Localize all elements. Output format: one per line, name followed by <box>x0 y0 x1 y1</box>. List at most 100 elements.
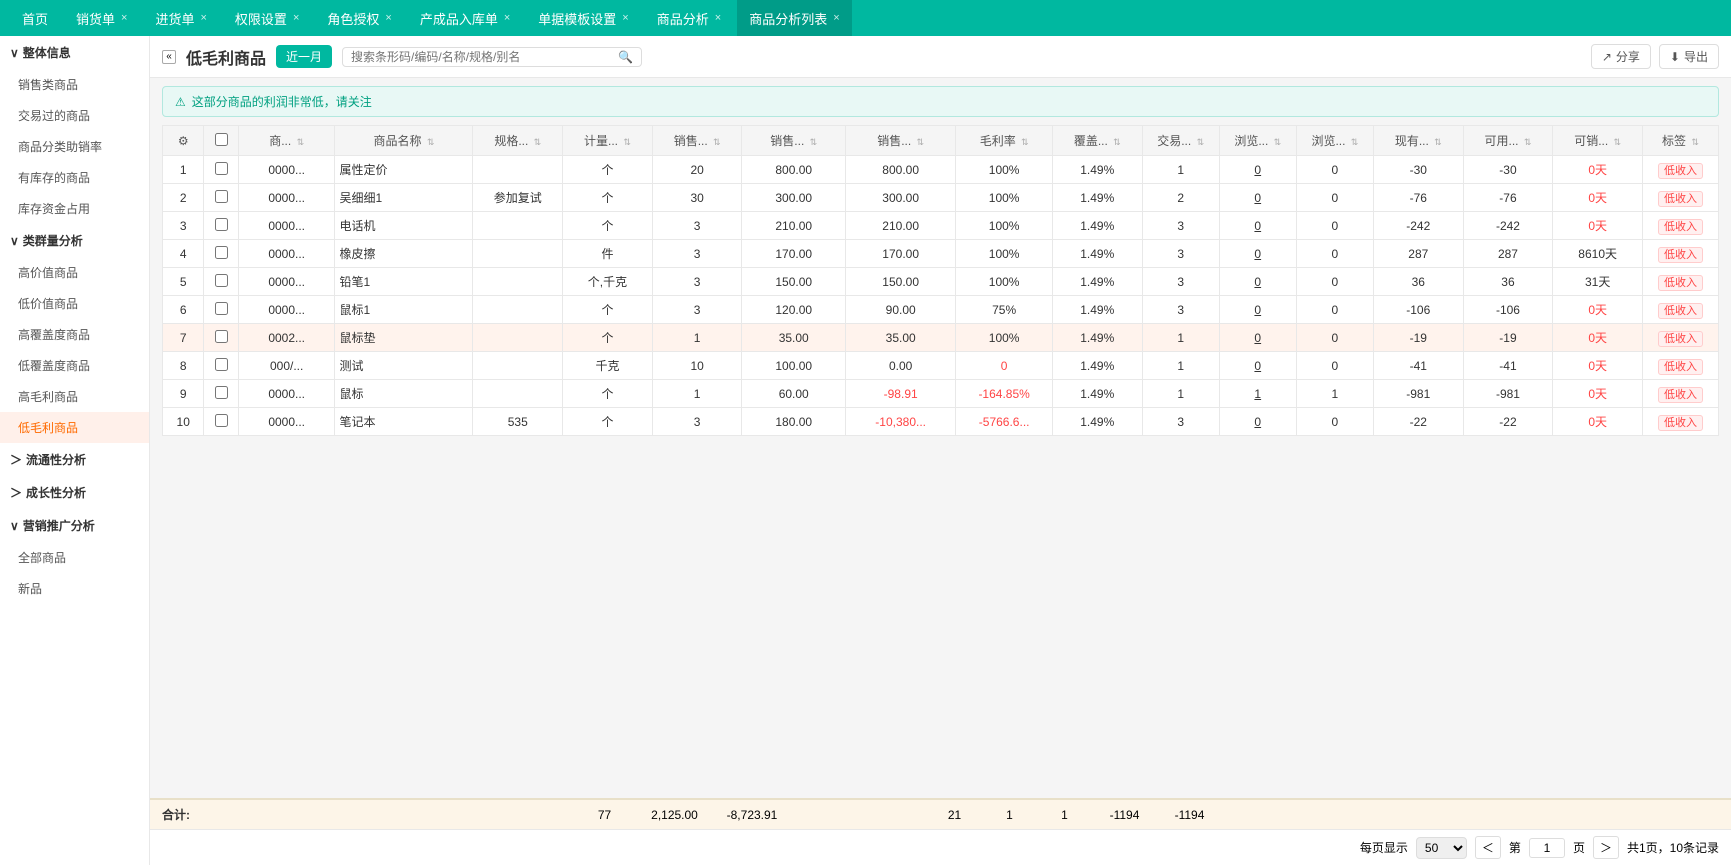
sidebar-section-liquidity[interactable]: ＞ 流通性分析 <box>0 443 149 476</box>
sidebar-item-all-goods[interactable]: 全部商品 <box>0 542 149 573</box>
row-browse1[interactable]: 1 <box>1219 380 1296 408</box>
col-settings[interactable]: ⚙ <box>163 126 204 156</box>
select-all-checkbox[interactable] <box>215 133 228 146</box>
row-select-checkbox[interactable] <box>215 274 228 287</box>
close-tab-icon[interactable]: × <box>200 12 206 24</box>
sidebar-item-traded-goods[interactable]: 交易过的商品 <box>0 100 149 131</box>
sidebar-item-low-value[interactable]: 低价值商品 <box>0 288 149 319</box>
sidebar-item-stock-capital[interactable]: 库存资金占用 <box>0 193 149 224</box>
nav-item-template[interactable]: 单据模板设置× <box>526 0 640 36</box>
row-browse1[interactable]: 0 <box>1219 212 1296 240</box>
col-sales2[interactable]: 销售... ⇅ <box>742 126 845 156</box>
close-tab-icon[interactable]: × <box>833 12 839 24</box>
export-button[interactable]: ⬇ 导出 <box>1659 44 1719 69</box>
nav-item-sales[interactable]: 销货单× <box>64 0 139 36</box>
row-select-checkbox[interactable] <box>215 246 228 259</box>
row-select-checkbox[interactable] <box>215 218 228 231</box>
per-page-select[interactable]: 50 100 200 <box>1416 837 1467 859</box>
row-browse1[interactable]: 0 <box>1219 296 1296 324</box>
col-sales3[interactable]: 销售... ⇅ <box>845 126 955 156</box>
row-checkbox[interactable] <box>204 352 238 380</box>
col-stock[interactable]: 现有... ⇅ <box>1373 126 1463 156</box>
sidebar-item-low-coverage[interactable]: 低覆盖度商品 <box>0 350 149 381</box>
row-browse1[interactable]: 0 <box>1219 352 1296 380</box>
col-spec[interactable]: 规格... ⇅ <box>473 126 563 156</box>
col-unit[interactable]: 计量... ⇅ <box>563 126 653 156</box>
nav-item-purchase[interactable]: 进货单× <box>143 0 218 36</box>
nav-item-analysis[interactable]: 商品分析× <box>645 0 733 36</box>
row-browse1[interactable]: 0 <box>1219 324 1296 352</box>
sidebar-item-category-rate[interactable]: 商品分类助销率 <box>0 131 149 162</box>
row-select-checkbox[interactable] <box>215 358 228 371</box>
sidebar-section-growth[interactable]: ＞ 成长性分析 <box>0 476 149 509</box>
page-number-input[interactable] <box>1529 838 1565 858</box>
row-checkbox[interactable] <box>204 212 238 240</box>
row-checkbox[interactable] <box>204 324 238 352</box>
share-button[interactable]: ↗ 分享 <box>1591 44 1651 69</box>
filter-button[interactable]: 近一月 <box>276 45 332 68</box>
search-input[interactable] <box>351 50 614 64</box>
nav-item-analysis-list[interactable]: 商品分析列表× <box>737 0 851 36</box>
sidebar-section-marketing[interactable]: ∨ 营销推广分析 <box>0 509 149 542</box>
row-s1: 1 <box>652 380 742 408</box>
col-code[interactable]: 商... ⇅ <box>238 126 335 156</box>
close-tab-icon[interactable]: × <box>293 12 299 24</box>
row-checkbox[interactable] <box>204 408 238 436</box>
row-select-checkbox[interactable] <box>215 302 228 315</box>
sidebar-item-sales-goods[interactable]: 销售类商品 <box>0 69 149 100</box>
row-checkbox[interactable] <box>204 380 238 408</box>
col-checkbox[interactable] <box>204 126 238 156</box>
close-tab-icon[interactable]: × <box>715 12 721 24</box>
table-row: 10 0000... 笔记本 535 个 3 180.00 -10,380...… <box>163 408 1719 436</box>
sidebar-item-low-profit[interactable]: 低毛利商品 <box>0 412 149 443</box>
row-browse1[interactable]: 0 <box>1219 156 1296 184</box>
row-browse1[interactable]: 0 <box>1219 408 1296 436</box>
row-trade: 3 <box>1142 268 1219 296</box>
col-browse2[interactable]: 浏览... ⇅ <box>1296 126 1373 156</box>
search-box: 🔍 <box>342 47 642 67</box>
row-select-checkbox[interactable] <box>215 190 228 203</box>
sidebar-item-high-value[interactable]: 高价值商品 <box>0 257 149 288</box>
col-avail[interactable]: 可用... ⇅ <box>1463 126 1553 156</box>
close-tab-icon[interactable]: × <box>622 12 628 24</box>
col-sales1[interactable]: 销售... ⇅ <box>652 126 742 156</box>
row-avail: 36 <box>1463 268 1553 296</box>
close-tab-icon[interactable]: × <box>385 12 391 24</box>
col-tag[interactable]: 标签 ⇅ <box>1643 126 1719 156</box>
sidebar-item-stock-goods[interactable]: 有库存的商品 <box>0 162 149 193</box>
nav-item-home[interactable]: 首页 <box>10 0 60 36</box>
row-checkbox[interactable] <box>204 156 238 184</box>
row-browse1[interactable]: 0 <box>1219 268 1296 296</box>
sidebar-item-new-goods[interactable]: 新品 <box>0 573 149 604</box>
nav-item-product-entry[interactable]: 产成品入库单× <box>408 0 522 36</box>
nav-item-permission[interactable]: 权限设置× <box>223 0 311 36</box>
row-browse1[interactable]: 0 <box>1219 240 1296 268</box>
col-browse1[interactable]: 浏览... ⇅ <box>1219 126 1296 156</box>
close-tab-icon[interactable]: × <box>504 12 510 24</box>
row-select-checkbox[interactable] <box>215 386 228 399</box>
sidebar-item-high-coverage[interactable]: 高覆盖度商品 <box>0 319 149 350</box>
collapse-sidebar-btn[interactable]: « <box>162 50 176 64</box>
row-select-checkbox[interactable] <box>215 162 228 175</box>
row-checkbox[interactable] <box>204 268 238 296</box>
sidebar-item-high-profit[interactable]: 高毛利商品 <box>0 381 149 412</box>
search-icon[interactable]: 🔍 <box>618 50 633 64</box>
row-select-checkbox[interactable] <box>215 330 228 343</box>
col-trade[interactable]: 交易... ⇅ <box>1142 126 1219 156</box>
sidebar-section-cluster[interactable]: ∨ 类群量分析 <box>0 224 149 257</box>
prev-page-btn[interactable]: ＜ <box>1475 836 1501 859</box>
sidebar-section-overall[interactable]: ∨ 整体信息 <box>0 36 149 69</box>
col-coverage[interactable]: 覆盖... ⇅ <box>1052 126 1142 156</box>
close-tab-icon[interactable]: × <box>121 12 127 24</box>
row-select-checkbox[interactable] <box>215 414 228 427</box>
row-checkbox[interactable] <box>204 184 238 212</box>
row-browse1[interactable]: 0 <box>1219 184 1296 212</box>
col-saleable[interactable]: 可销... ⇅ <box>1553 126 1643 156</box>
row-avail: -106 <box>1463 296 1553 324</box>
nav-item-role[interactable]: 角色授权× <box>315 0 403 36</box>
row-checkbox[interactable] <box>204 240 238 268</box>
col-gross[interactable]: 毛利率 ⇅ <box>956 126 1053 156</box>
col-name[interactable]: 商品名称 ⇅ <box>335 126 473 156</box>
next-page-btn[interactable]: ＞ <box>1593 836 1619 859</box>
row-checkbox[interactable] <box>204 296 238 324</box>
